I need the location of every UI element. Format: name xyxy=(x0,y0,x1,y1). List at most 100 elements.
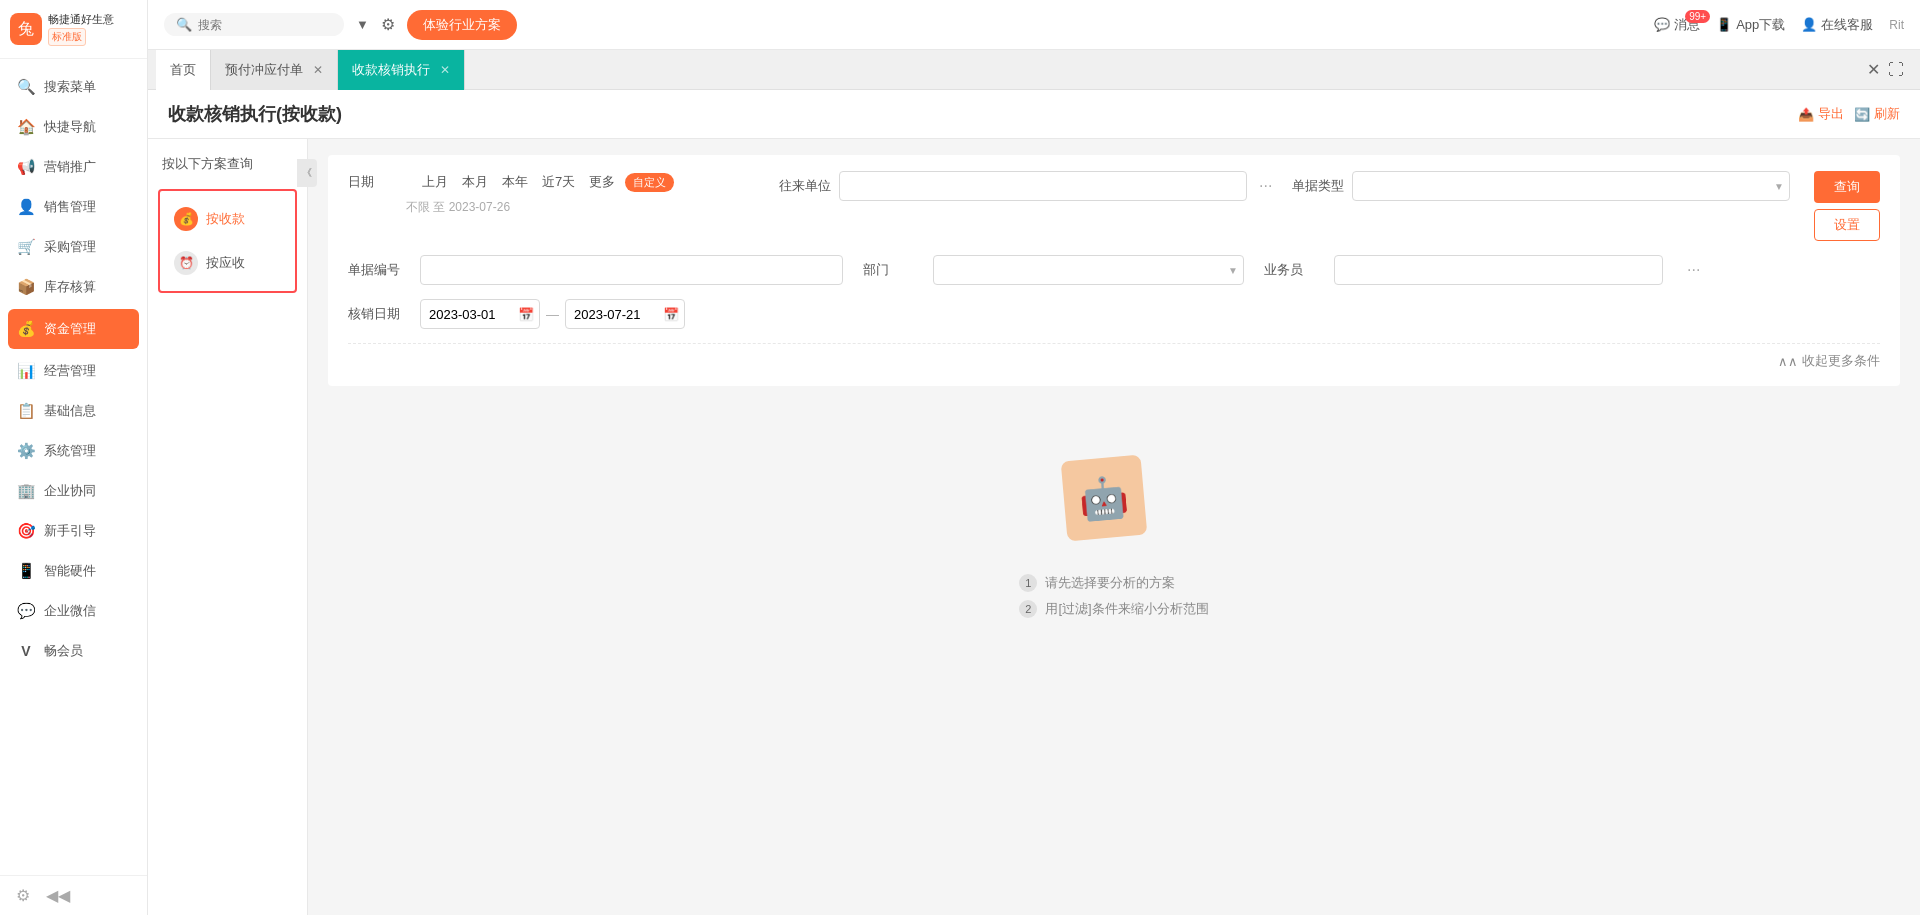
date-label: 日期 xyxy=(348,173,398,191)
doc-type-select-wrap: ▼ xyxy=(1352,171,1790,201)
marketing-icon: 📢 xyxy=(16,157,36,177)
sidebar-item-purchase[interactable]: 🛒 采购管理 xyxy=(0,227,147,267)
sidebar-item-guide[interactable]: 🎯 新手引导 xyxy=(0,511,147,551)
sidebar-label-operations: 经营管理 xyxy=(44,362,96,380)
writeoff-end-calendar-icon[interactable]: 📅 xyxy=(663,307,679,322)
settings-icon[interactable]: ⚙ xyxy=(16,886,30,905)
topbar-chevron-down-icon[interactable]: ▼ xyxy=(356,17,369,32)
staff-label: 业务员 xyxy=(1264,261,1314,279)
date-btn-this-month[interactable]: 本月 xyxy=(458,171,492,193)
solution-button[interactable]: 体验行业方案 xyxy=(407,10,517,40)
refresh-icon: 🔄 xyxy=(1854,107,1870,122)
sidebar-label-basic-info: 基础信息 xyxy=(44,402,96,420)
filter-border: 💰 按收款 ⏰ 按应收 xyxy=(158,189,297,293)
tab-prepay-close-icon[interactable]: ✕ xyxy=(313,63,323,77)
sidebar-item-enterprise[interactable]: 🏢 企业协同 xyxy=(0,471,147,511)
tab-receipt-writeoff-label: 收款核销执行 xyxy=(352,61,430,79)
dept-select-wrap: ▼ xyxy=(933,255,1244,285)
user-name[interactable]: Rit xyxy=(1889,18,1904,32)
sidebar-label-hardware: 智能硬件 xyxy=(44,562,96,580)
date-btn-last-month[interactable]: 上月 xyxy=(418,171,452,193)
topbar-gear-icon[interactable]: ⚙ xyxy=(381,15,395,34)
writeoff-start-calendar-icon[interactable]: 📅 xyxy=(518,307,534,322)
member-icon: V xyxy=(16,641,36,661)
service-icon: 👤 xyxy=(1801,17,1817,32)
app-icon: 📱 xyxy=(1716,17,1732,32)
sidebar-label-wechat: 企业微信 xyxy=(44,602,96,620)
filter-item-by-receipt[interactable]: 💰 按收款 xyxy=(160,197,295,241)
page-title: 收款核销执行(按收款) xyxy=(168,102,342,138)
sidebar-label-inventory: 库存核算 xyxy=(44,278,96,296)
tab-home-label: 首页 xyxy=(170,61,196,79)
tabbar: 首页 预付冲应付单 ✕ 收款核销执行 ✕ ✕ ⛶ xyxy=(148,50,1920,90)
staff-ellipsis-icon[interactable]: ··· xyxy=(1683,261,1704,279)
sidebar-label-sales: 销售管理 xyxy=(44,198,96,216)
date-btn-more[interactable]: 更多 xyxy=(585,171,619,193)
doc-no-input[interactable] xyxy=(420,255,843,285)
sidebar-item-wechat[interactable]: 💬 企业微信 xyxy=(0,591,147,631)
online-service-button[interactable]: 👤 在线客服 xyxy=(1801,16,1873,34)
operations-icon: 📊 xyxy=(16,361,36,381)
query-button[interactable]: 查询 xyxy=(1814,171,1880,203)
tab-prepay[interactable]: 预付冲应付单 ✕ xyxy=(211,50,338,90)
content-area: 收款核销执行(按收款) 📤 导出 🔄 刷新 按以下方案查询 💰 xyxy=(148,90,1920,915)
collapse-conditions[interactable]: ∧∧ 收起更多条件 xyxy=(348,343,1880,370)
sidebar-label-quick-nav: 快捷导航 xyxy=(44,118,96,136)
partner-ellipsis-icon[interactable]: ··· xyxy=(1255,177,1276,195)
topbar-search-input[interactable] xyxy=(198,18,318,32)
settings-button[interactable]: 设置 xyxy=(1814,209,1880,241)
sidebar-item-search[interactable]: 🔍 搜索菜单 xyxy=(0,67,147,107)
dept-select[interactable] xyxy=(933,255,1244,285)
btn-group-right: 查询 设置 xyxy=(1814,171,1880,241)
refresh-button[interactable]: 🔄 刷新 xyxy=(1854,105,1900,123)
capital-icon: 💰 xyxy=(16,319,36,339)
export-button[interactable]: 📤 导出 xyxy=(1798,105,1844,123)
by-receipt-icon: 💰 xyxy=(174,207,198,231)
sidebar-item-operations[interactable]: 📊 经营管理 xyxy=(0,351,147,391)
sidebar-item-capital[interactable]: 💰 资金管理 xyxy=(8,309,139,349)
step-2-text: 用[过滤]条件来缩小分析范围 xyxy=(1045,600,1208,618)
sidebar-item-sales[interactable]: 👤 销售管理 xyxy=(0,187,147,227)
empty-steps: 1 请先选择要分析的方案 2 用[过滤]条件来缩小分析范围 xyxy=(1019,574,1208,618)
app-download-button[interactable]: 📱 App下载 xyxy=(1716,16,1785,34)
sidebar-logo: 兔 畅捷通好生意 标准版 xyxy=(0,0,147,59)
sidebar-item-member[interactable]: V 畅会员 xyxy=(0,631,147,671)
message-icon: 💬 xyxy=(1654,17,1670,32)
filter-panel-toggle[interactable]: 《 xyxy=(297,159,317,187)
sidebar-item-quick-nav[interactable]: 🏠 快捷导航 xyxy=(0,107,147,147)
filter-collapse-icon: 《 xyxy=(302,166,312,180)
date-btn-this-year[interactable]: 本年 xyxy=(498,171,532,193)
staff-input[interactable] xyxy=(1334,255,1663,285)
writeoff-start-wrap: 📅 xyxy=(420,299,540,329)
message-button[interactable]: 💬 消息 99+ xyxy=(1654,16,1700,34)
close-window-icon[interactable]: ✕ xyxy=(1867,60,1880,79)
sidebar-item-hardware[interactable]: 📱 智能硬件 xyxy=(0,551,147,591)
sidebar-item-marketing[interactable]: 📢 营销推广 xyxy=(0,147,147,187)
sidebar-label-guide: 新手引导 xyxy=(44,522,96,540)
basic-info-icon: 📋 xyxy=(16,401,36,421)
collapse-icon[interactable]: ◀◀ xyxy=(46,886,70,905)
topbar: 🔍 ▼ ⚙ 体验行业方案 💬 消息 99+ 📱 App下载 👤 在线客服 Rit xyxy=(148,0,1920,50)
sidebar-item-system[interactable]: ⚙️ 系统管理 xyxy=(0,431,147,471)
filter-item-by-receivable[interactable]: ⏰ 按应收 xyxy=(160,241,295,285)
date-btn-7days[interactable]: 近7天 xyxy=(538,171,579,193)
tab-home[interactable]: 首页 xyxy=(156,50,211,90)
empty-step-2: 2 用[过滤]条件来缩小分析范围 xyxy=(1019,600,1208,618)
date-custom-badge[interactable]: 自定义 xyxy=(625,173,674,192)
sidebar-label-system: 系统管理 xyxy=(44,442,96,460)
sidebar-item-inventory[interactable]: 📦 库存核算 xyxy=(0,267,147,307)
topbar-search-area[interactable]: 🔍 xyxy=(164,13,344,36)
search-icon: 🔍 xyxy=(16,77,36,97)
doc-no-label: 单据编号 xyxy=(348,261,400,279)
writeoff-date-range: 📅 — 📅 xyxy=(420,299,685,329)
partner-label: 往来单位 xyxy=(779,177,831,195)
inventory-icon: 📦 xyxy=(16,277,36,297)
partner-input[interactable] xyxy=(839,171,1247,201)
tab-receipt-writeoff-close-icon[interactable]: ✕ xyxy=(440,63,450,77)
expand-icon[interactable]: ⛶ xyxy=(1888,61,1904,79)
sidebar-item-basic-info[interactable]: 📋 基础信息 xyxy=(0,391,147,431)
tab-receipt-writeoff[interactable]: 收款核销执行 ✕ xyxy=(338,50,465,90)
message-badge: 99+ xyxy=(1685,10,1710,23)
doc-type-select[interactable] xyxy=(1352,171,1790,201)
home-icon: 🏠 xyxy=(16,117,36,137)
